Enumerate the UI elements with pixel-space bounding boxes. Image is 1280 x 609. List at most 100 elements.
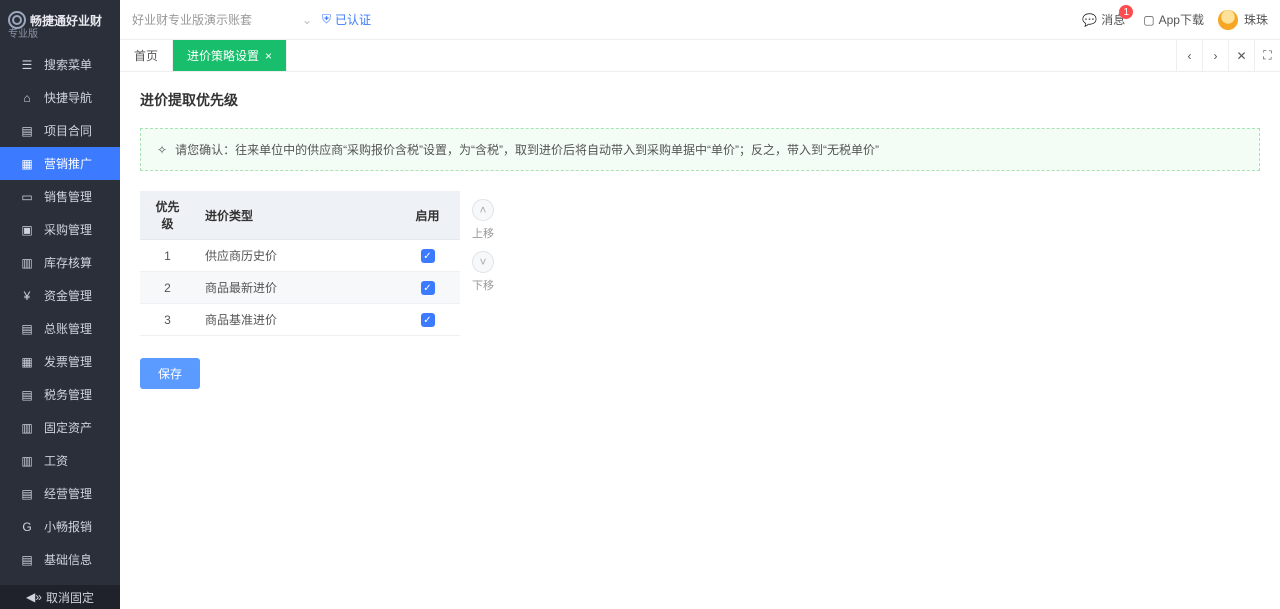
nav-icon: ▤ xyxy=(20,322,34,336)
user-menu[interactable]: 珠珠 xyxy=(1244,11,1268,28)
sidebar: 畅捷通好业财 专业版 ☰搜索菜单⌂快捷导航▤项目合同▦营销推广▭销售管理▣采购管… xyxy=(0,0,120,609)
sidebar-item-9[interactable]: ▦发票管理 xyxy=(0,345,120,378)
nav-icon: ▥ xyxy=(20,421,34,435)
close-icon[interactable]: × xyxy=(265,49,272,63)
user-name: 珠珠 xyxy=(1244,11,1268,28)
sidebar-item-label: 项目合同 xyxy=(44,122,92,139)
messages-button[interactable]: 💬 消息 1 xyxy=(1082,11,1125,28)
move-up-button[interactable]: ˄ xyxy=(472,199,494,221)
unpin-button[interactable]: ◀» 取消固定 xyxy=(0,585,120,609)
phone-icon: ▢ xyxy=(1143,13,1154,27)
sidebar-item-2[interactable]: ▤ 项目合同 xyxy=(0,114,120,147)
sidebar-item-4[interactable]: ▭销售管理 xyxy=(0,180,120,213)
tabs-next-button[interactable]: › xyxy=(1202,40,1228,71)
chevron-down-icon: ˅ xyxy=(479,255,486,269)
save-button[interactable]: 保存 xyxy=(140,358,200,389)
sidebar-item-7[interactable]: ¥资金管理 xyxy=(0,279,120,312)
fullscreen-icon: ⛶ xyxy=(1263,48,1271,63)
nav-icon: ▤ xyxy=(20,388,34,402)
nav-icon: ▭ xyxy=(20,190,34,204)
cell-enable: ✓ xyxy=(395,304,460,336)
sidebar-item-1[interactable]: ⌂快捷导航 xyxy=(0,81,120,114)
brand-name: 畅捷通好业财 xyxy=(30,12,102,29)
nav-icon: ▦ xyxy=(20,355,34,369)
tab-price-strategy[interactable]: 进价策略设置 × xyxy=(173,40,287,71)
tab-home-label: 首页 xyxy=(134,47,158,64)
chat-icon: 💬 xyxy=(1082,13,1097,27)
table-row[interactable]: 2商品最新进价 ✓ xyxy=(140,272,460,304)
sidebar-item-label: 固定资产 xyxy=(44,419,92,436)
tab-active-label: 进价策略设置 xyxy=(187,47,259,64)
sidebar-item-12[interactable]: ▥工资 xyxy=(0,444,120,477)
account-selector[interactable]: 好业财专业版演示账套 ⌄ xyxy=(132,11,312,28)
col-type: 进价类型 xyxy=(195,191,395,240)
app-download-label: App下载 xyxy=(1159,11,1204,28)
nav-icon: ▤ xyxy=(20,487,34,501)
sidebar-item-label: 搜索菜单 xyxy=(44,56,92,73)
app-download-button[interactable]: ▢ App下载 xyxy=(1143,11,1204,28)
shield-icon: ⛨ xyxy=(322,12,331,27)
sparkle-icon: ✧ xyxy=(157,143,167,157)
tab-home[interactable]: 首页 xyxy=(120,40,173,71)
chevron-up-icon: ˄ xyxy=(479,203,486,217)
nav-icon: ▣ xyxy=(20,223,34,237)
cell-type: 商品最新进价 xyxy=(195,272,395,304)
nav-icon: ▤ xyxy=(20,553,34,567)
sidebar-item-15[interactable]: ▤ 基础信息 xyxy=(0,543,120,576)
brand-edition: 专业版 xyxy=(8,25,38,40)
nav-icon: ☰ xyxy=(20,58,34,72)
table-row[interactable]: 3商品基准进价 ✓ xyxy=(140,304,460,336)
sidebar-item-label: 基础信息 xyxy=(44,551,92,568)
sidebar-item-label: 资金管理 xyxy=(44,287,92,304)
sidebar-item-label: 库存核算 xyxy=(44,254,92,271)
priority-table: 优先级 进价类型 启用 1供应商历史价✓2商品最新进价 ✓ 3商品基准进价 ✓ xyxy=(140,191,460,336)
table-row[interactable]: 1供应商历史价✓ xyxy=(140,240,460,272)
info-alert: ✧ 请您确认：往来单位中的供应商“采购报价含税”设置，为“含税”，取到进价后将自… xyxy=(140,128,1260,171)
nav-icon: ▤ xyxy=(20,124,34,138)
nav-icon: ▥ xyxy=(20,256,34,270)
fullscreen-button[interactable]: ⛶ xyxy=(1254,40,1280,71)
move-down-label: 下移 xyxy=(472,277,494,293)
account-name: 好业财专业版演示账套 xyxy=(132,11,252,28)
tabs-prev-button[interactable]: ‹ xyxy=(1176,40,1202,71)
sidebar-item-label: 采购管理 xyxy=(44,221,92,238)
tabs-close-all-button[interactable]: ✕ xyxy=(1228,40,1254,71)
col-priority: 优先级 xyxy=(140,191,195,240)
verified-badge: ⛨ 已认证 xyxy=(322,11,371,28)
enable-checkbox[interactable]: ✓ xyxy=(421,249,435,263)
chevron-right-icon: › xyxy=(1214,49,1218,63)
avatar[interactable] xyxy=(1218,10,1238,30)
cell-priority: 2 xyxy=(140,272,195,304)
sidebar-item-14[interactable]: G小畅报销 xyxy=(0,510,120,543)
enable-checkbox[interactable]: ✓ xyxy=(421,313,435,327)
cell-enable: ✓ xyxy=(395,272,460,304)
sidebar-item-3[interactable]: ▦营销推广 xyxy=(0,147,120,180)
cell-priority: 1 xyxy=(140,240,195,272)
sidebar-item-label: 快捷导航 xyxy=(44,89,92,106)
verified-label: 已认证 xyxy=(335,11,371,28)
enable-checkbox[interactable]: ✓ xyxy=(421,281,435,295)
move-down-button[interactable]: ˅ xyxy=(472,251,494,273)
move-up-label: 上移 xyxy=(472,225,494,241)
sidebar-item-label: 营销推广 xyxy=(44,155,92,172)
sidebar-item-10[interactable]: ▤ 税务管理 xyxy=(0,378,120,411)
cell-type: 商品基准进价 xyxy=(195,304,395,336)
sidebar-nav: ☰搜索菜单⌂快捷导航▤项目合同▦营销推广▭销售管理▣采购管理▥库存核算¥资金管理… xyxy=(0,48,120,609)
chevron-left-icon: ‹ xyxy=(1188,49,1192,63)
speaker-icon: ◀» xyxy=(26,590,42,604)
unpin-label: 取消固定 xyxy=(46,589,94,606)
sidebar-item-label: 税务管理 xyxy=(44,386,92,403)
sidebar-item-0[interactable]: ☰ 搜索菜单 xyxy=(0,48,120,81)
messages-badge: 1 xyxy=(1119,5,1133,19)
sidebar-item-5[interactable]: ▣ 采购管理 xyxy=(0,213,120,246)
sidebar-item-11[interactable]: ▥ 固定资产 xyxy=(0,411,120,444)
cell-priority: 3 xyxy=(140,304,195,336)
sidebar-item-label: 小畅报销 xyxy=(44,518,92,535)
sidebar-item-label: 总账管理 xyxy=(44,320,92,337)
sidebar-item-8[interactable]: ▤ 总账管理 xyxy=(0,312,120,345)
tabs-row: 首页 进价策略设置 × ‹ › ✕ ⛶ xyxy=(120,40,1280,72)
sidebar-item-13[interactable]: ▤ 经营管理 xyxy=(0,477,120,510)
col-enable: 启用 xyxy=(395,191,460,240)
sidebar-item-6[interactable]: ▥ 库存核算 xyxy=(0,246,120,279)
sidebar-item-label: 经营管理 xyxy=(44,485,92,502)
